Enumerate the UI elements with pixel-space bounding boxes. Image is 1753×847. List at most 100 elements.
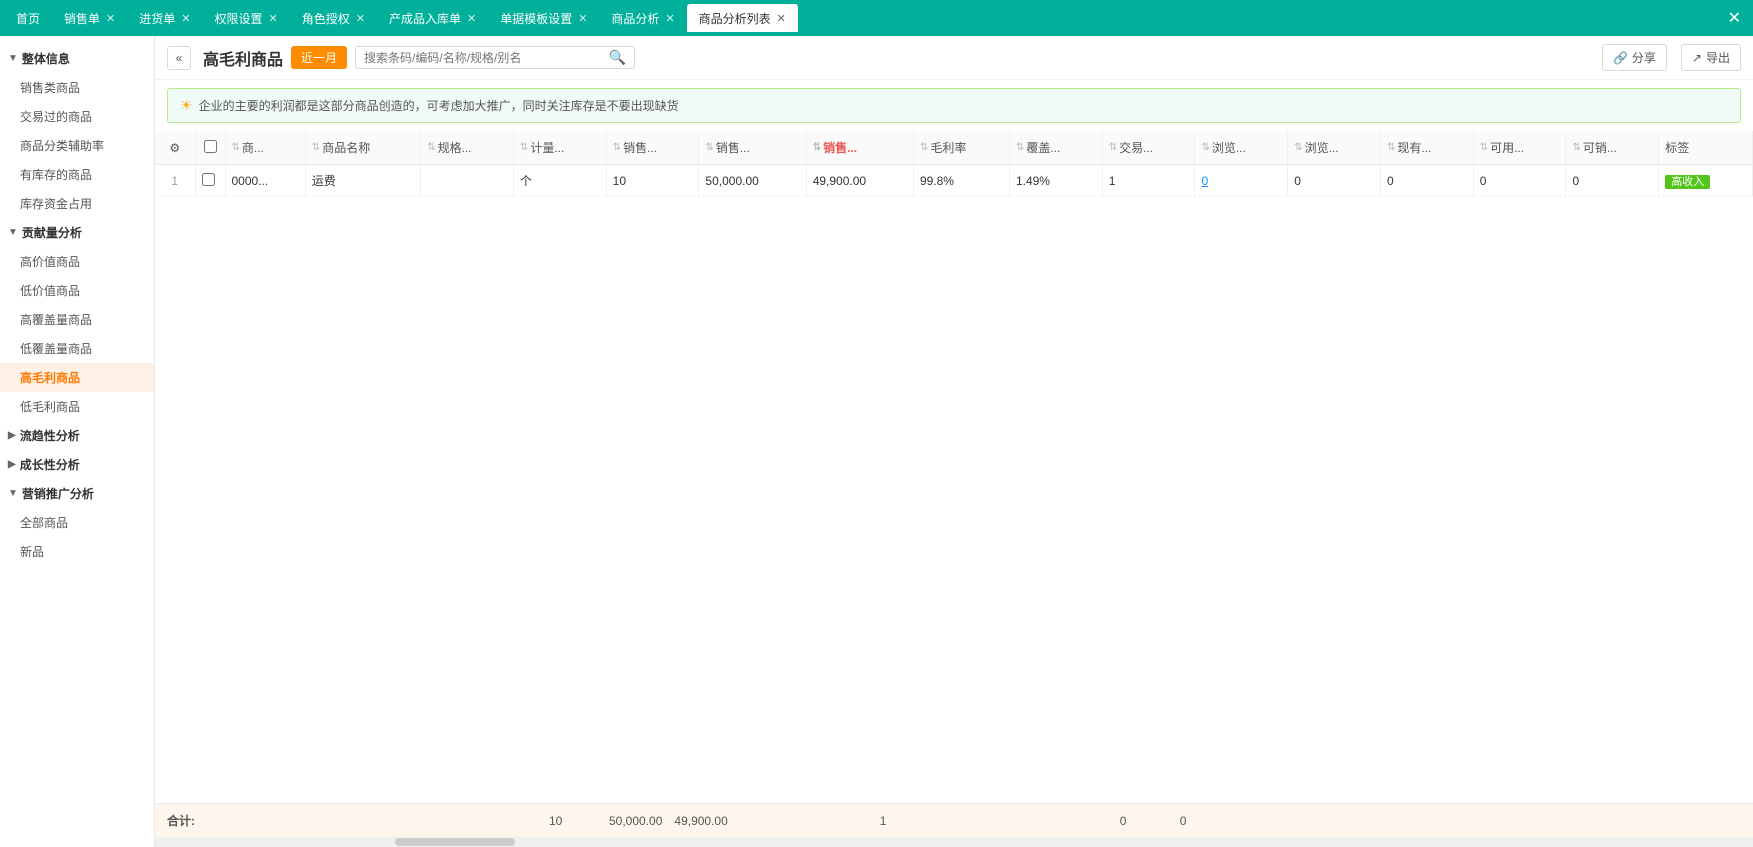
sidebar-group-financial[interactable]: ▼ 贡献量分析 — [0, 218, 154, 247]
col-name[interactable]: ⇅ 商品名称 — [305, 131, 420, 165]
tab-role-permissions-close[interactable]: ✕ — [356, 12, 365, 25]
share-btn[interactable]: 🔗 分享 — [1602, 44, 1667, 71]
sidebar-item-high-value[interactable]: 高价值商品 — [0, 247, 154, 276]
sort-icon-transactions: ⇅ — [1109, 142, 1117, 153]
sidebar-item-traded-products[interactable]: 交易过的商品 — [0, 102, 154, 131]
table-wrapper[interactable]: ⚙ ⇅ 商... ⇅ — [155, 131, 1753, 803]
sidebar: ▼ 整体信息 销售类商品 交易过的商品 商品分类辅助率 有库存的商品 库存资金占… — [0, 36, 155, 847]
col-unit[interactable]: ⇅ 计量... — [513, 131, 606, 165]
col-current-stock[interactable]: ⇅ 现有... — [1380, 131, 1473, 165]
sidebar-item-low-freq[interactable]: 低覆盖量商品 — [0, 334, 154, 363]
tab-home[interactable]: 首页 — [4, 4, 52, 32]
cell-checkbox[interactable] — [195, 165, 225, 197]
col-checkbox[interactable] — [195, 131, 225, 165]
tab-sales-order-close[interactable]: ✕ — [106, 12, 115, 25]
sidebar-group-growth[interactable]: ▶ 成长性分析 — [0, 450, 154, 479]
content-area: « 高毛利商品 近一月 🔍 🔗 分享 ↗ 导出 ☀ 企业的主要的利润都是这部分商… — [155, 36, 1753, 847]
tab-bar: 首页 销售单 ✕ 进货单 ✕ 权限设置 ✕ 角色授权 ✕ 产成品入库单 ✕ 单据… — [0, 0, 1753, 36]
tab-product-analysis-list-close[interactable]: ✕ — [777, 12, 786, 25]
col-browse2[interactable]: ⇅ 浏览... — [1288, 131, 1381, 165]
export-icon: ↗ — [1692, 51, 1702, 65]
sort-icon-saleable: ⇅ — [1572, 142, 1580, 153]
share-icon: 🔗 — [1613, 51, 1628, 65]
select-all-checkbox[interactable] — [204, 140, 217, 153]
col-sales-profit[interactable]: ⇅ 销售... — [806, 131, 913, 165]
cell-code: 0000... — [225, 165, 305, 197]
sort-icon-browse2: ⇅ — [1294, 142, 1302, 153]
sidebar-group-trend[interactable]: ▶ 流趋性分析 — [0, 421, 154, 450]
tab-sales-order[interactable]: 销售单 ✕ — [52, 4, 127, 32]
sort-icon-spec: ⇅ — [427, 142, 435, 153]
sidebar-item-sales-products[interactable]: 销售类商品 — [0, 73, 154, 102]
export-btn[interactable]: ↗ 导出 — [1681, 44, 1741, 71]
sidebar-item-all-products[interactable]: 全部商品 — [0, 508, 154, 537]
sidebar-item-stocked-products[interactable]: 有库存的商品 — [0, 160, 154, 189]
col-code[interactable]: ⇅ 商... — [225, 131, 305, 165]
sidebar-item-product-analysis-assist[interactable]: 商品分类辅助率 — [0, 131, 154, 160]
sidebar-item-new-products[interactable]: 新品 — [0, 537, 154, 566]
tab-product-inbound-close[interactable]: ✕ — [467, 12, 476, 25]
sidebar-group-marketing[interactable]: ▼ 营销推广分析 — [0, 479, 154, 508]
col-available[interactable]: ⇅ 可用... — [1473, 131, 1566, 165]
search-input[interactable] — [364, 51, 609, 65]
footer-browse1-spacer — [934, 814, 994, 828]
col-tag[interactable]: 标签 — [1659, 131, 1753, 165]
scrollbar-thumb[interactable] — [395, 838, 515, 846]
tab-role-permissions[interactable]: 角色授权 ✕ — [290, 4, 377, 32]
sidebar-group-overall[interactable]: ▼ 整体信息 — [0, 44, 154, 73]
sidebar-item-high-freq[interactable]: 高覆盖量商品 — [0, 305, 154, 334]
tab-purchase-order-close[interactable]: ✕ — [181, 12, 190, 25]
footer-stock-spacer — [1054, 814, 1114, 828]
tab-purchase-order[interactable]: 进货单 ✕ — [127, 4, 202, 32]
footer-sales-amount: 50,000.00 — [603, 814, 668, 828]
footer-margin-spacer — [734, 814, 814, 828]
sidebar-item-inventory-capital[interactable]: 库存资金占用 — [0, 189, 154, 218]
cell-current-stock: 0 — [1380, 165, 1473, 197]
arrow-financial: ▼ — [8, 227, 18, 238]
col-browse1[interactable]: ⇅ 浏览... — [1195, 131, 1288, 165]
cell-sales-qty: 10 — [606, 165, 699, 197]
tab-product-analysis-list[interactable]: 商品分析列表 ✕ — [687, 4, 798, 32]
sidebar-item-low-margin[interactable]: 低毛利商品 — [0, 392, 154, 421]
tab-product-analysis-close[interactable]: ✕ — [665, 12, 674, 25]
cell-browse2: 0 — [1288, 165, 1381, 197]
row-checkbox[interactable] — [202, 173, 215, 186]
cell-tag: 高收入 — [1659, 165, 1753, 197]
col-sales-qty[interactable]: ⇅ 销售... — [606, 131, 699, 165]
tab-permission-settings-close[interactable]: ✕ — [269, 12, 278, 25]
sort-icon-sales-qty: ⇅ — [613, 142, 621, 153]
footer-saleable: 0 — [1174, 814, 1234, 828]
tab-permission-settings[interactable]: 权限设置 ✕ — [202, 4, 289, 32]
tab-product-inbound[interactable]: 产成品入库单 ✕ — [377, 4, 488, 32]
footer-transactions: 1 — [874, 814, 934, 828]
search-icon[interactable]: 🔍 — [609, 49, 626, 66]
settings-icon[interactable]: ⚙ — [169, 141, 180, 155]
tab-template-settings[interactable]: 单据模板设置 ✕ — [488, 4, 599, 32]
horizontal-scrollbar[interactable] — [155, 837, 1753, 847]
tab-template-settings-close[interactable]: ✕ — [578, 12, 587, 25]
info-icon: ☀ — [180, 97, 193, 114]
cell-seq: 1 — [155, 165, 195, 197]
window-close-btn[interactable]: ✕ — [1720, 8, 1749, 28]
col-saleable[interactable]: ⇅ 可销... — [1566, 131, 1659, 165]
cell-name: 运费 — [305, 165, 420, 197]
sort-icon-coverage: ⇅ — [1016, 142, 1024, 153]
col-coverage[interactable]: ⇅ 覆盖... — [1009, 131, 1102, 165]
col-sales-amount[interactable]: ⇅ 销售... — [699, 131, 806, 165]
filter-recent-month-btn[interactable]: 近一月 — [291, 46, 347, 69]
search-box: 🔍 — [355, 46, 635, 69]
cell-browse1[interactable]: 0 — [1195, 165, 1288, 197]
footer-sales-qty: 10 — [543, 814, 603, 828]
col-margin-rate[interactable]: ⇅ 毛利率 — [913, 131, 1009, 165]
cell-coverage: 1.49% — [1009, 165, 1102, 197]
col-spec[interactable]: ⇅ 规格... — [421, 131, 514, 165]
col-settings[interactable]: ⚙ — [155, 131, 195, 165]
page-title: 高毛利商品 — [203, 46, 283, 70]
sidebar-item-low-value[interactable]: 低价值商品 — [0, 276, 154, 305]
sidebar-item-high-margin[interactable]: 高毛利商品 — [0, 363, 154, 392]
browse1-link[interactable]: 0 — [1201, 174, 1208, 188]
sidebar-collapse-btn[interactable]: « — [167, 46, 191, 70]
cell-sales-profit: 49,900.00 — [806, 165, 913, 197]
col-transactions[interactable]: ⇅ 交易... — [1102, 131, 1195, 165]
tab-product-analysis[interactable]: 商品分析 ✕ — [599, 4, 686, 32]
